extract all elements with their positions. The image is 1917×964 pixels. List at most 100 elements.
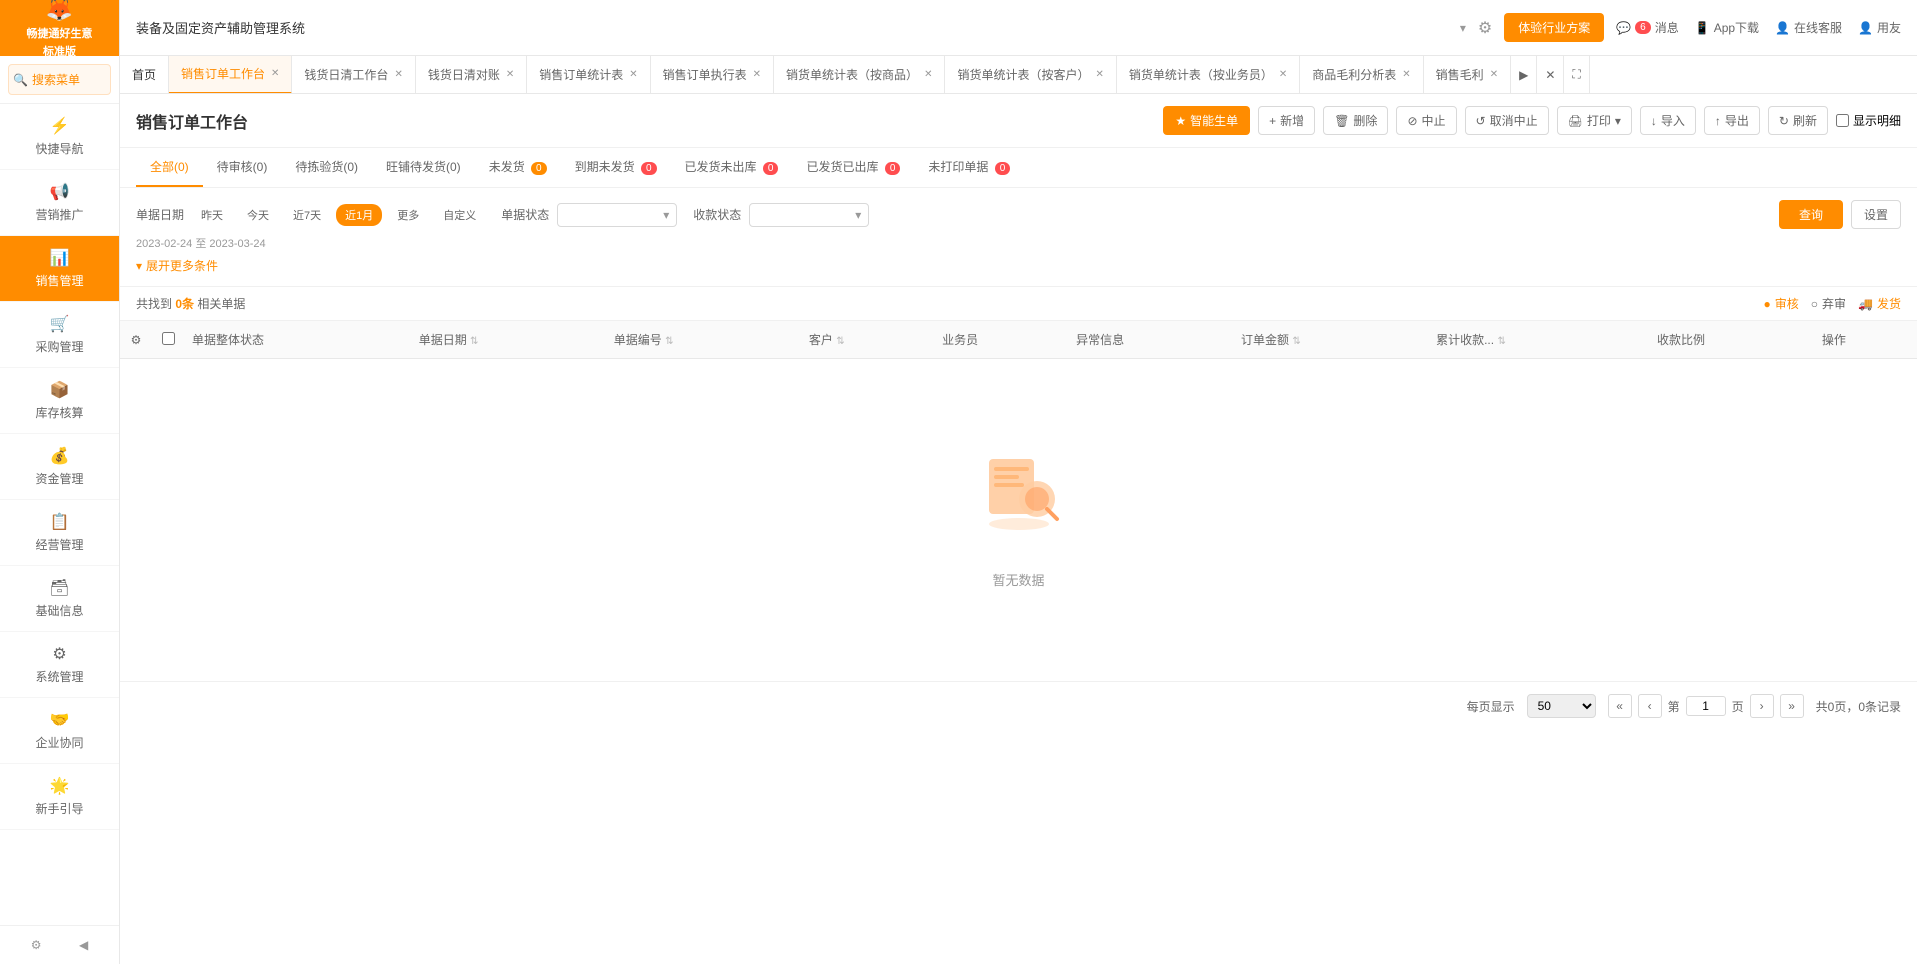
smart-generate-button[interactable]: ★ 智能生单 [1163, 106, 1250, 135]
column-amount[interactable]: 订单金额 ⇅ [1233, 321, 1428, 359]
tab-sales-profit[interactable]: 销售毛利 ✕ [1424, 56, 1511, 94]
subtab-not-shipped[interactable]: 未发货 0 [475, 148, 561, 187]
tab-sales-summary-cust[interactable]: 销货单统计表（按客户） ✕ [945, 56, 1116, 94]
expand-filter-button[interactable]: ▾ 展开更多条件 [136, 257, 1901, 274]
status-filter-label: 单据状态 [501, 206, 549, 223]
tab-close-button[interactable]: ✕ [1402, 69, 1410, 80]
column-date[interactable]: 单据日期 ⇅ [411, 321, 606, 359]
query-button[interactable]: 查询 [1779, 200, 1843, 229]
tab-close-all-button[interactable]: ✕ [1537, 56, 1564, 94]
tab-sales-summary-staff[interactable]: 销货单统计表（按业务员） ✕ [1117, 56, 1300, 94]
tab-close-button[interactable]: ✕ [1279, 69, 1287, 80]
sidebar-item-basic[interactable]: 🗃 基础信息 [0, 566, 119, 632]
review-icon: ● [1764, 297, 1771, 311]
tab-more-button[interactable]: ▶ [1511, 56, 1537, 94]
tab-close-button[interactable]: ✕ [271, 68, 279, 79]
tab-sales-exec[interactable]: 销售订单执行表 ✕ [651, 56, 774, 94]
payment-select[interactable] [749, 203, 869, 227]
column-checkbox[interactable] [152, 321, 184, 359]
tab-close-button[interactable]: ✕ [1490, 69, 1498, 80]
status-select[interactable] [557, 203, 677, 227]
cancel-suspend-button[interactable]: ↺ 取消中止 [1465, 106, 1549, 135]
cancel-review-action-button[interactable]: ○ 弃审 [1811, 295, 1846, 312]
select-all-checkbox[interactable] [162, 332, 175, 345]
sidebar-item-operations[interactable]: 📋 经营管理 [0, 500, 119, 566]
print-button[interactable]: 🖨 打印 ▾ [1557, 106, 1632, 135]
tab-close-button[interactable]: ✕ [506, 69, 514, 80]
tab-close-button[interactable]: ✕ [1095, 69, 1103, 80]
sidebar-item-sales[interactable]: 📊 销售管理 [0, 236, 119, 302]
tab-sales-stat[interactable]: 销售订单统计表 ✕ [527, 56, 650, 94]
tab-close-button[interactable]: ✕ [924, 69, 932, 80]
sidebar-collapse-button[interactable]: ◀ [79, 938, 88, 952]
subtab-pending-review[interactable]: 待审核(0) [203, 148, 282, 187]
sidebar-item-company[interactable]: 🤝 企业协同 [0, 698, 119, 764]
date-btn-today[interactable]: 今天 [238, 203, 278, 227]
horizontal-scrollbar[interactable] [136, 669, 1901, 681]
tab-sales-workbench[interactable]: 销售订单工作台 ✕ [169, 56, 292, 94]
tab-sales-summary-prod[interactable]: 销货单统计表（按商品） ✕ [774, 56, 945, 94]
message-button[interactable]: 💬 6 消息 [1616, 19, 1679, 36]
page-number-input[interactable] [1686, 696, 1726, 716]
suspend-button[interactable]: ⊘ 中止 [1396, 106, 1456, 135]
tab-close-button[interactable]: ✕ [629, 69, 637, 80]
export-button[interactable]: ↑ 导出 [1704, 106, 1760, 135]
import-button[interactable]: ↓ 导入 [1640, 106, 1696, 135]
sidebar-item-system[interactable]: ⚙ 系统管理 [0, 632, 119, 698]
dropdown-icon[interactable]: ▾ [1460, 21, 1466, 35]
subtab-shipped-not-out[interactable]: 已发货未出库 0 [671, 148, 793, 187]
sidebar-item-guide[interactable]: 🌟 新手引导 [0, 764, 119, 830]
next-page-button[interactable]: › [1750, 694, 1774, 718]
solution-button[interactable]: 体验行业方案 [1504, 13, 1604, 42]
tab-gross-profit[interactable]: 商品毛利分析表 ✕ [1300, 56, 1423, 94]
date-btn-custom[interactable]: 自定义 [434, 203, 485, 227]
tab-home[interactable]: 首页 [120, 56, 169, 94]
mobile-icon: 📱 [1695, 21, 1710, 35]
date-btn-yesterday[interactable]: 昨天 [192, 203, 232, 227]
sidebar-settings-button[interactable]: ⚙ [31, 938, 42, 952]
sort-icon: ⇅ [1292, 336, 1300, 347]
search-menu-button[interactable]: 🔍 搜索菜单 [8, 64, 111, 95]
settings-filter-button[interactable]: 设置 [1851, 200, 1901, 229]
tab-maximize-button[interactable]: ⛶ [1564, 56, 1589, 94]
show-detail-checkbox[interactable] [1836, 114, 1849, 127]
settings-icon[interactable]: ⚙ [1478, 18, 1492, 38]
sidebar-item-purchase[interactable]: 🛒 采购管理 [0, 302, 119, 368]
subtab-not-printed[interactable]: 未打印单据 0 [914, 148, 1024, 187]
message-label: 消息 [1655, 19, 1679, 36]
page-size-select[interactable]: 50 10 20 100 [1527, 694, 1596, 718]
user-menu-button[interactable]: 👤 用友 [1858, 19, 1901, 36]
last-page-button[interactable]: » [1780, 694, 1804, 718]
ship-action-button[interactable]: 🚚 发货 [1858, 295, 1901, 312]
subtab-wangpu[interactable]: 旺铺待发货(0) [372, 148, 475, 187]
delete-button[interactable]: 🗑 删除 [1323, 106, 1388, 135]
first-page-button[interactable]: « [1608, 694, 1632, 718]
column-number[interactable]: 单据编号 ⇅ [606, 321, 801, 359]
column-customer[interactable]: 客户 ⇅ [801, 321, 934, 359]
chevron-right-icon: ▶ [1519, 68, 1528, 82]
show-detail-toggle[interactable]: 显示明细 [1836, 112, 1901, 129]
refresh-button[interactable]: ↻ 刷新 [1768, 106, 1828, 135]
tab-cash-daily[interactable]: 钱货日清工作台 ✕ [292, 56, 415, 94]
date-btn-1month[interactable]: 近1月 [336, 204, 382, 226]
new-button[interactable]: + 新增 [1258, 106, 1315, 135]
sidebar-item-finance[interactable]: 💰 资金管理 [0, 434, 119, 500]
date-btn-7days[interactable]: 近7天 [284, 203, 330, 227]
prev-page-button[interactable]: ‹ [1638, 694, 1662, 718]
tab-cash-reconcile[interactable]: 钱货日清对账 ✕ [416, 56, 527, 94]
app-download-button[interactable]: 📱 App下载 [1695, 19, 1759, 36]
sidebar-item-inventory[interactable]: 📦 库存核算 [0, 368, 119, 434]
subtab-overdue-not-shipped[interactable]: 到期未发货 0 [561, 148, 671, 187]
subtab-pending-inspect[interactable]: 待拣验货(0) [281, 148, 372, 187]
subtab-all[interactable]: 全部(0) [136, 148, 203, 187]
sidebar-item-marketing[interactable]: 📢 营销推广 [0, 170, 119, 236]
sidebar-item-shortcut[interactable]: ⚡ 快捷导航 [0, 104, 119, 170]
tab-close-button[interactable]: ✕ [394, 69, 402, 80]
column-config[interactable]: ⚙ [120, 321, 152, 359]
date-btn-more[interactable]: 更多 [388, 203, 428, 227]
review-action-button[interactable]: ● 审核 [1764, 295, 1799, 312]
online-service-button[interactable]: 👤 在线客服 [1775, 19, 1842, 36]
column-collected[interactable]: 累计收款... ⇅ [1428, 321, 1649, 359]
tab-close-button[interactable]: ✕ [753, 69, 761, 80]
subtab-shipped-out[interactable]: 已发货已出库 0 [792, 148, 914, 187]
